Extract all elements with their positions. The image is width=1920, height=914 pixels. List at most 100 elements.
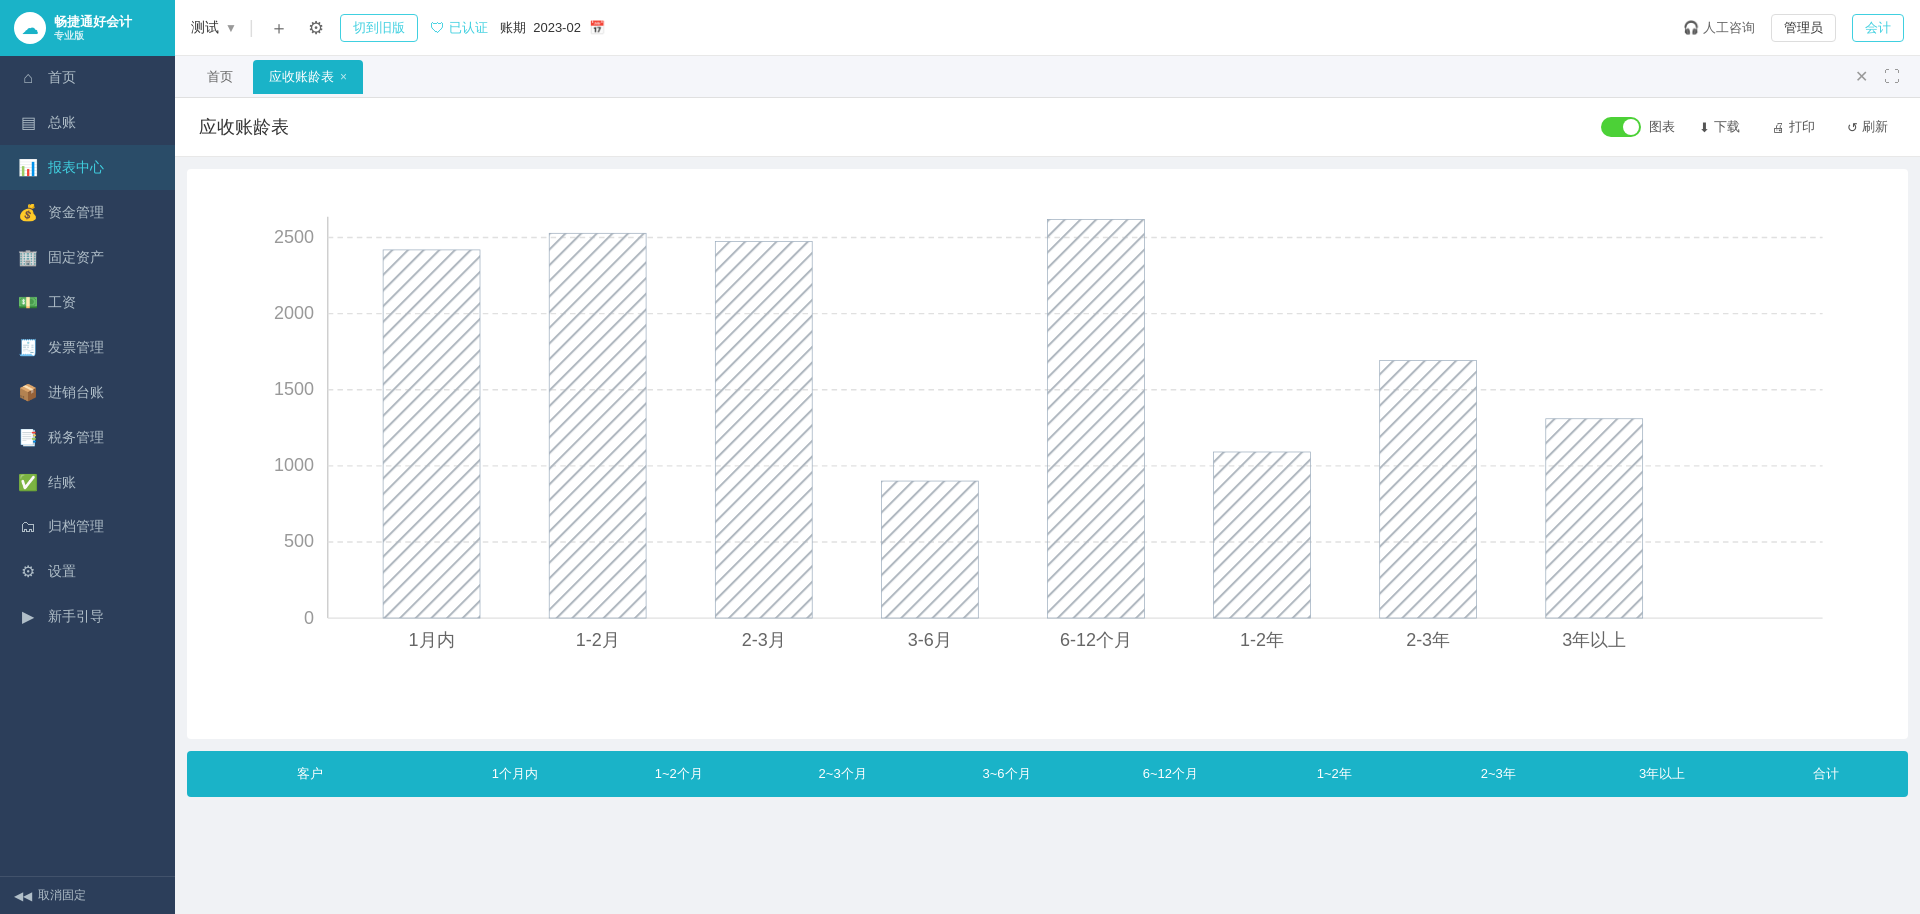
tab-home[interactable]: 首页 xyxy=(191,60,249,94)
sidebar-item-ledger[interactable]: ▤ 总账 xyxy=(0,100,175,145)
sidebar-label-tax: 税务管理 xyxy=(48,429,104,447)
svg-text:0: 0 xyxy=(304,608,314,628)
calendar-icon[interactable]: 📅 xyxy=(589,20,605,35)
sidebar-item-assets[interactable]: 🏢 固定资产 xyxy=(0,235,175,280)
settings-button[interactable]: ⚙ xyxy=(304,13,328,43)
sidebar-label-ledger: 总账 xyxy=(48,114,76,132)
assets-icon: 🏢 xyxy=(18,248,38,267)
window-controls: ✕ ⛶ xyxy=(1851,63,1904,90)
closing-icon: ✅ xyxy=(18,473,38,492)
sidebar-item-closing[interactable]: ✅ 结账 xyxy=(0,460,175,505)
bar-1-2month xyxy=(549,233,646,618)
topbar-right: 🎧 人工咨询 管理员 会计 xyxy=(1683,14,1904,42)
print-icon: 🖨 xyxy=(1772,120,1785,135)
page-title: 应收账龄表 xyxy=(199,115,289,139)
bar-3plus-year xyxy=(1546,419,1643,618)
tab-close-icon[interactable]: × xyxy=(340,70,347,84)
svg-text:3-6月: 3-6月 xyxy=(908,630,952,650)
sidebar-label-assets: 固定资产 xyxy=(48,249,104,267)
tax-icon: 📑 xyxy=(18,428,38,447)
sidebar-item-home[interactable]: ⌂ 首页 xyxy=(0,56,175,100)
refresh-icon: ↺ xyxy=(1847,120,1858,135)
col-customer: 客户 xyxy=(187,751,433,797)
refresh-button[interactable]: ↺ 刷新 xyxy=(1839,114,1896,140)
toggle-track[interactable] xyxy=(1601,117,1641,137)
print-button[interactable]: 🖨 打印 xyxy=(1764,114,1823,140)
sidebar-label-payroll: 工资 xyxy=(48,294,76,312)
sidebar-item-payroll[interactable]: 💵 工资 xyxy=(0,280,175,325)
chart-toggle[interactable]: 图表 xyxy=(1601,117,1675,137)
consult-button[interactable]: 🎧 人工咨询 xyxy=(1683,19,1755,37)
project-selector[interactable]: 测试 ▼ xyxy=(191,19,237,37)
sidebar-item-archive[interactable]: 🗂 归档管理 xyxy=(0,505,175,549)
bar-3-6month xyxy=(881,481,978,618)
shield-icon: 🛡 xyxy=(430,19,445,36)
svg-text:1-2月: 1-2月 xyxy=(576,630,620,650)
consult-label: 人工咨询 xyxy=(1703,19,1755,37)
period-value: 2023-02 xyxy=(533,20,581,35)
sidebar-nav: ⌂ 首页 ▤ 总账 📊 报表中心 💰 资金管理 🏢 固定资产 💵 工资 🧾 发票… xyxy=(0,56,175,876)
col-2-3month: 2~3个月 xyxy=(761,751,925,797)
close-window-button[interactable]: ✕ xyxy=(1851,63,1872,90)
bar-chart: 0 500 1000 1500 2000 2500 1月内 xyxy=(217,189,1878,719)
home-tab-label: 首页 xyxy=(207,68,233,86)
col-6-12month: 6~12个月 xyxy=(1088,751,1252,797)
sidebar-item-funds[interactable]: 💰 资金管理 xyxy=(0,190,175,235)
svg-text:3年以上: 3年以上 xyxy=(1562,630,1626,650)
cancel-fixed-button[interactable]: ◀◀ 取消固定 xyxy=(0,876,175,914)
sidebar-label-funds: 资金管理 xyxy=(48,204,104,222)
col-1month: 1个月内 xyxy=(433,751,597,797)
sidebar-item-invoice[interactable]: 🧾 发票管理 xyxy=(0,325,175,370)
content-area: 应收账龄表 图表 ⬇ 下载 🖨 打印 ↺ 刷新 xyxy=(175,98,1920,914)
settings-icon: ⚙ xyxy=(18,562,38,581)
home-icon: ⌂ xyxy=(18,69,38,87)
chart-section: 0 500 1000 1500 2000 2500 1月内 xyxy=(187,169,1908,739)
sidebar-label-invoice: 发票管理 xyxy=(48,339,104,357)
sidebar-item-settings[interactable]: ⚙ 设置 xyxy=(0,549,175,594)
cancel-fixed-label: 取消固定 xyxy=(38,887,86,904)
tab-receivable-aging[interactable]: 应收账龄表 × xyxy=(253,60,363,94)
app-logo: ☁ 畅捷通好会计 专业版 xyxy=(0,0,175,56)
chevron-down-icon: ▼ xyxy=(225,21,237,35)
svg-text:2-3月: 2-3月 xyxy=(742,630,786,650)
table-header: 客户 1个月内 1~2个月 2~3个月 3~6个月 6~12个月 1~2年 2~… xyxy=(187,751,1908,797)
verified-status: 🛡 已认证 xyxy=(430,19,488,37)
svg-text:1500: 1500 xyxy=(274,379,314,399)
main-area: 测试 ▼ | ＋ ⚙ 切到旧版 🛡 已认证 账期 2023-02 📅 🎧 人工咨… xyxy=(175,0,1920,914)
reports-icon: 📊 xyxy=(18,158,38,177)
svg-text:2-3年: 2-3年 xyxy=(1406,630,1450,650)
app-name: 畅捷通好会计 xyxy=(54,14,132,30)
user-button[interactable]: 管理员 xyxy=(1771,14,1836,42)
project-name: 测试 xyxy=(191,19,219,37)
role-button[interactable]: 会计 xyxy=(1852,14,1904,42)
download-button[interactable]: ⬇ 下载 xyxy=(1691,114,1748,140)
verified-label: 已认证 xyxy=(449,19,488,37)
col-3-6month: 3~6个月 xyxy=(925,751,1089,797)
expand-window-button[interactable]: ⛶ xyxy=(1880,64,1904,90)
topbar: 测试 ▼ | ＋ ⚙ 切到旧版 🛡 已认证 账期 2023-02 📅 🎧 人工咨… xyxy=(175,0,1920,56)
sidebar-item-tutorial[interactable]: ▶ 新手引导 xyxy=(0,594,175,639)
toggle-label: 图表 xyxy=(1649,118,1675,136)
page-actions: 图表 ⬇ 下载 🖨 打印 ↺ 刷新 xyxy=(1601,114,1896,140)
funds-icon: 💰 xyxy=(18,203,38,222)
logo-icon: ☁ xyxy=(14,12,46,44)
bar-2-3year xyxy=(1380,361,1477,618)
period-text: 账期 xyxy=(500,20,526,35)
archive-icon: 🗂 xyxy=(18,518,38,536)
bar-2-3month xyxy=(715,242,812,618)
switch-old-version-button[interactable]: 切到旧版 xyxy=(340,14,418,42)
bar-1-2year xyxy=(1214,452,1311,618)
col-3plus-year: 3年以上 xyxy=(1580,751,1744,797)
tab-bar: 首页 应收账龄表 × ✕ ⛶ xyxy=(175,56,1920,98)
sidebar-label-closing: 结账 xyxy=(48,474,76,492)
page-header: 应收账龄表 图表 ⬇ 下载 🖨 打印 ↺ 刷新 xyxy=(175,98,1920,157)
ledger-icon: ▤ xyxy=(18,113,38,132)
sidebar-item-inventory[interactable]: 📦 进销台账 xyxy=(0,370,175,415)
sidebar-item-reports[interactable]: 📊 报表中心 xyxy=(0,145,175,190)
sidebar-item-tax[interactable]: 📑 税务管理 xyxy=(0,415,175,460)
cancel-fixed-icon: ◀◀ xyxy=(14,889,32,903)
inventory-icon: 📦 xyxy=(18,383,38,402)
headset-icon: 🎧 xyxy=(1683,20,1699,35)
active-tab-label: 应收账龄表 xyxy=(269,68,334,86)
add-project-button[interactable]: ＋ xyxy=(266,12,292,44)
